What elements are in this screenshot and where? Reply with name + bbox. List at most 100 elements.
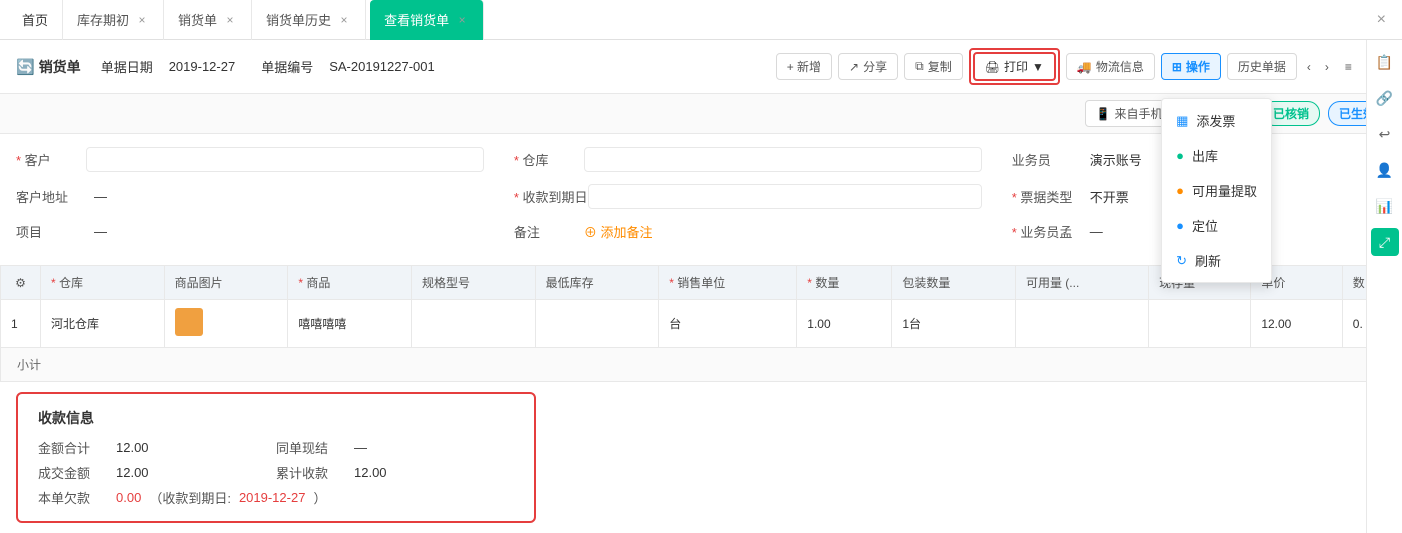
cumulative-value: 12.00 [354, 465, 387, 480]
due-label: （收款到期日: [149, 488, 231, 507]
deal-value: 12.00 [116, 465, 149, 480]
history-button[interactable]: 历史单据 [1227, 53, 1297, 80]
col-warehouse: 仓库 [41, 266, 165, 300]
owed-row: 本单欠款 0.00 （收款到期日: 2019-12-27 ） [38, 488, 514, 507]
table-row: 1 河北仓库 嘻嘻嘻嘻 台 1.00 1台 12.00 0. [1, 300, 1402, 348]
number-label: 单据编号 [261, 57, 313, 76]
prev-button[interactable]: ‹ [1303, 56, 1315, 78]
address-group: 客户地址 — [16, 185, 484, 208]
salesperson-label: 业务员孟 [1012, 222, 1082, 241]
next-button[interactable]: › [1321, 56, 1333, 78]
list-view-button[interactable]: ≡ [1339, 56, 1358, 78]
cell-min-stock [535, 300, 659, 348]
window-close-button[interactable]: × [1369, 11, 1394, 29]
operator-label: 业务员 [1012, 150, 1082, 169]
sidebar-link-icon[interactable]: 🔗 [1371, 84, 1399, 112]
col-settings[interactable]: ⚙ [1, 266, 41, 300]
project-value: — [86, 220, 115, 243]
payment-date-input[interactable]: 2019-12-27 [588, 184, 982, 209]
cumulative-label: 累计收款 [276, 463, 346, 482]
dropdown-available-extract[interactable]: ● 可用量提取 [1162, 173, 1271, 208]
new-button[interactable]: + 新增 [776, 53, 832, 80]
doc-actions: + 新增 ↗ 分享 ⧉ 复制 🖨 打印 ▼ 🚚 物流信息 ⊞ [776, 48, 1386, 85]
tab-close-view-sales[interactable]: × [455, 13, 469, 27]
col-image: 商品图片 [164, 266, 288, 300]
sidebar-chart-icon[interactable]: 📊 [1371, 192, 1399, 220]
tab-view-sales[interactable]: 查看销货单 × [370, 0, 484, 40]
sidebar-undo-icon[interactable]: ↩ [1371, 120, 1399, 148]
print-dropdown-arrow: ▼ [1032, 60, 1044, 74]
date-label: 单据日期 [101, 57, 153, 76]
payment-title: 收款信息 [38, 408, 514, 428]
address-label: 客户地址 [16, 187, 86, 206]
add-note-button[interactable]: ⊕ 添加备注 [584, 222, 653, 241]
col-qty: 数量 [797, 266, 892, 300]
print-button[interactable]: 🖨 打印 ▼ [973, 52, 1056, 81]
operator-value: 演示账号 [1082, 146, 1150, 173]
sidebar-expand-icon[interactable]: ⤢ [1371, 228, 1399, 256]
cell-pkg-qty: 1台 [892, 300, 1016, 348]
project-group: 项目 — [16, 220, 484, 243]
subtotal-row: 小计 [1, 348, 1402, 382]
tab-close-sales[interactable]: × [223, 13, 237, 27]
tab-sales[interactable]: 销货单 × [164, 0, 252, 40]
ticket-type-label: 票据类型 [1012, 187, 1082, 206]
tab-close-sales-history[interactable]: × [337, 13, 351, 27]
warehouse-label: 仓库 [514, 150, 584, 169]
doc-title: 销货单 [39, 57, 81, 77]
number-value: SA-20191227-001 [329, 59, 435, 74]
sidebar-user-icon[interactable]: 👤 [1371, 156, 1399, 184]
cell-qty: 1.00 [797, 300, 892, 348]
due-value: 2019-12-27 [239, 490, 306, 505]
copy-button[interactable]: ⧉ 复制 [904, 53, 963, 80]
col-min-stock: 最低库存 [535, 266, 659, 300]
subtotal-label: 小计 [1, 348, 1402, 382]
tab-sales-history[interactable]: 销货单历史 × [252, 0, 366, 40]
cell-available [1015, 300, 1148, 348]
total-value: 12.00 [116, 440, 149, 455]
print-icon: 🖨 [985, 60, 1000, 74]
col-unit: 销售单位 [659, 266, 797, 300]
cell-spec [411, 300, 535, 348]
cell-index: 1 [1, 300, 41, 348]
payment-grid: 金额合计 12.00 同单现结 — 成交金额 12.00 累计收款 12.00 … [38, 438, 514, 507]
dropdown-add-invoice[interactable]: ▦ 添发票 [1162, 103, 1271, 138]
same-order-value: — [354, 440, 367, 455]
cell-unit: 台 [659, 300, 797, 348]
location-icon: ● [1176, 218, 1184, 233]
ticket-type-value: 不开票 [1082, 183, 1137, 210]
tab-inventory[interactable]: 库存期初 × [63, 0, 164, 40]
cumulative-row: 累计收款 12.00 [276, 463, 514, 482]
owed-label: 本单欠款 [38, 488, 108, 507]
copy-icon: ⧉ [915, 59, 924, 74]
truck-icon: 🚚 [1077, 60, 1092, 74]
dropdown-location[interactable]: ● 定位 [1162, 208, 1271, 243]
cell-product: 嘻嘻嘻嘻 [288, 300, 412, 348]
owed-value: 0.00 [116, 490, 141, 505]
tab-home[interactable]: 首页 [8, 0, 63, 40]
warehouse-input[interactable]: 河北仓库 [584, 147, 982, 172]
dropdown-outbound[interactable]: ● 出库 [1162, 138, 1271, 173]
dropdown-refresh[interactable]: ↻ 刷新 [1162, 243, 1271, 278]
doc-meta: 单据日期 2019-12-27 单据编号 SA-20191227-001 [101, 57, 435, 76]
due-end: ） [313, 488, 383, 507]
operate-dropdown-menu: ▦ 添发票 ● 出库 ● 可用量提取 ● 定位 ↻ 刷新 [1161, 98, 1272, 283]
share-icon: ↗ [849, 60, 859, 74]
sidebar-doc-icon[interactable]: 📋 [1371, 48, 1399, 76]
note-label: 备注 [514, 222, 584, 241]
col-spec: 规格型号 [411, 266, 535, 300]
address-value: — [86, 185, 115, 208]
same-order-label: 同单现结 [276, 438, 346, 457]
customer-input[interactable]: 柳州粤港平安气体有限公司 [86, 147, 484, 172]
tab-bar: 首页 库存期初 × 销货单 × 销货单历史 × 查看销货单 × × [0, 0, 1402, 40]
refresh-icon: ↻ [1176, 253, 1187, 269]
tab-close-inventory[interactable]: × [135, 13, 149, 27]
logistics-button[interactable]: 🚚 物流信息 [1066, 53, 1155, 80]
deal-label: 成交金额 [38, 463, 108, 482]
payment-date-label: 收款到期日 [514, 187, 588, 206]
operate-button[interactable]: ⊞ 操作 [1161, 53, 1221, 80]
from-phone-button[interactable]: 📱 来自手机 [1085, 100, 1174, 127]
cell-warehouse: 河北仓库 [41, 300, 165, 348]
share-button[interactable]: ↗ 分享 [838, 53, 898, 80]
add-invoice-icon: ▦ [1176, 113, 1188, 129]
